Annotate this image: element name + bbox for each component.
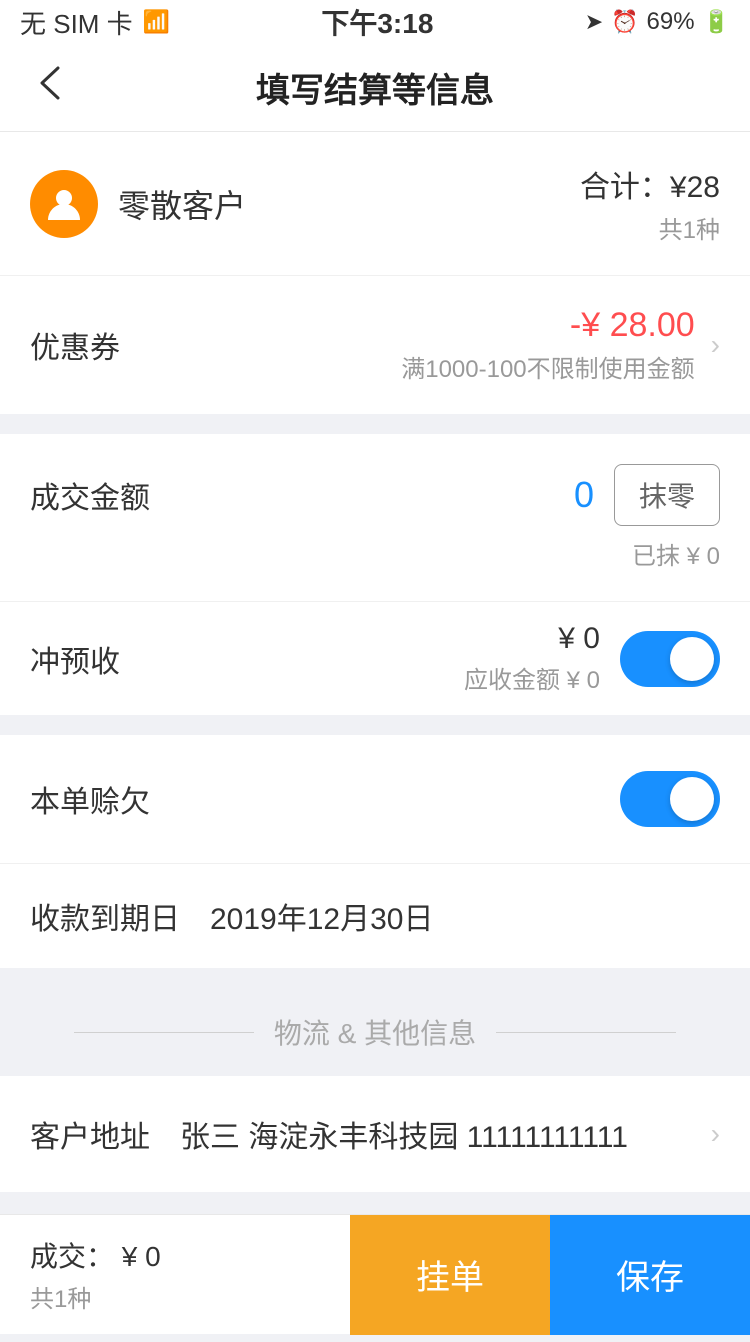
carrier-text: 无 SIM 卡 [20, 4, 133, 41]
location-icon: ➤ [585, 9, 603, 35]
deal-amount-label: 成交金额 [30, 473, 150, 517]
hang-order-button[interactable]: 挂单 [350, 1215, 550, 1335]
deal-amount-right: 0 抹零 [574, 464, 720, 526]
deal-amount-sub: 已抹 ¥ 0 [0, 536, 750, 601]
coupon-row[interactable]: 优惠券 -¥ 28.00 满1000-100不限制使用金额 › [0, 275, 750, 414]
address-label: 客户地址 [30, 1112, 150, 1156]
due-date-value: 2019年12月30日 [210, 894, 433, 938]
bottom-deal-label: 成交： [30, 1241, 114, 1272]
battery-text: 69% [647, 8, 695, 36]
wifi-icon: 📶 [143, 9, 170, 35]
debt-row: 本单赊欠 [0, 735, 750, 863]
due-date-label: 收款到期日 [30, 894, 180, 938]
back-button[interactable] [30, 56, 70, 119]
alarm-icon: ⏰ [611, 9, 638, 35]
prepayment-values: ¥ 0 应收金额 ¥ 0 [464, 622, 600, 695]
logistics-title: 物流 & 其他信息 [30, 1012, 720, 1052]
status-time: 下午3:18 [321, 2, 433, 42]
total-count: 共1种 [580, 210, 720, 245]
coupon-note: 满1000-100不限制使用金额 [401, 349, 694, 384]
prepayment-amount: ¥ 0 [464, 622, 600, 656]
total-amount: 合计：¥28 [580, 162, 720, 206]
bottom-deal-line: 成交： ¥ 0 [30, 1235, 320, 1275]
deal-amount-value: 0 [574, 474, 594, 516]
coupon-value: -¥ 28.00 满1000-100不限制使用金额 [401, 306, 694, 384]
round-zero-button[interactable]: 抹零 [614, 464, 720, 526]
coupon-label: 优惠券 [30, 323, 120, 367]
debt-toggle[interactable] [620, 771, 720, 827]
nav-bar: 填写结算等信息 [0, 44, 750, 132]
prepayment-row: 冲预收 ¥ 0 应收金额 ¥ 0 [0, 601, 750, 715]
bottom-summary: 成交： ¥ 0 共1种 [0, 1235, 350, 1314]
debt-label: 本单赊欠 [30, 777, 150, 821]
customer-row: 零散客户 合计：¥28 共1种 [0, 132, 750, 275]
deal-amount-row: 成交金额 0 抹零 [0, 434, 750, 536]
page-title: 填写结算等信息 [256, 63, 494, 112]
prepayment-toggle[interactable] [620, 631, 720, 687]
battery-icon: 🔋 [703, 9, 730, 35]
coupon-chevron-icon: › [711, 329, 720, 361]
prepayment-label: 冲预收 [30, 637, 120, 681]
customer-right: 合计：¥28 共1种 [580, 162, 720, 245]
coupon-discount: -¥ 28.00 [401, 306, 694, 345]
status-left: 无 SIM 卡 📶 [20, 4, 170, 41]
prepayment-right: ¥ 0 应收金额 ¥ 0 [464, 622, 720, 695]
coupon-right: -¥ 28.00 满1000-100不限制使用金额 › [401, 306, 720, 384]
bottom-bar: 成交： ¥ 0 共1种 挂单 保存 [0, 1214, 750, 1334]
content-area: 零散客户 合计：¥28 共1种 优惠券 -¥ 28.00 满1000-100不限… [0, 132, 750, 1342]
logistics-title-text: 物流 & 其他信息 [274, 1012, 476, 1052]
status-right: ➤ ⏰ 69% 🔋 [585, 8, 730, 36]
due-date-row: 收款到期日 2019年12月30日 [0, 863, 750, 968]
customer-card: 零散客户 合计：¥28 共1种 优惠券 -¥ 28.00 满1000-100不限… [0, 132, 750, 414]
address-card: 客户地址 张三 海淀永丰科技园 11111111111 › [0, 1076, 750, 1192]
debt-card: 本单赊欠 收款到期日 2019年12月30日 [0, 735, 750, 968]
address-row[interactable]: 客户地址 张三 海淀永丰科技园 11111111111 › [0, 1076, 750, 1192]
address-chevron-icon: › [711, 1118, 720, 1150]
deal-amount-card: 成交金额 0 抹零 已抹 ¥ 0 冲预收 ¥ 0 应收金额 ¥ 0 [0, 434, 750, 715]
address-value: 张三 海淀永丰科技园 11111111111 [180, 1112, 711, 1156]
customer-avatar [30, 170, 98, 238]
logistics-header: 物流 & 其他信息 [0, 988, 750, 1076]
bottom-count: 共1种 [30, 1279, 320, 1314]
customer-name: 零散客户 [118, 181, 246, 227]
customer-left: 零散客户 [30, 170, 246, 238]
prepayment-receivable: 应收金额 ¥ 0 [464, 660, 600, 695]
save-button[interactable]: 保存 [550, 1215, 750, 1335]
status-bar: 无 SIM 卡 📶 下午3:18 ➤ ⏰ 69% 🔋 [0, 0, 750, 44]
bottom-deal-amount: ¥ 0 [122, 1241, 161, 1272]
